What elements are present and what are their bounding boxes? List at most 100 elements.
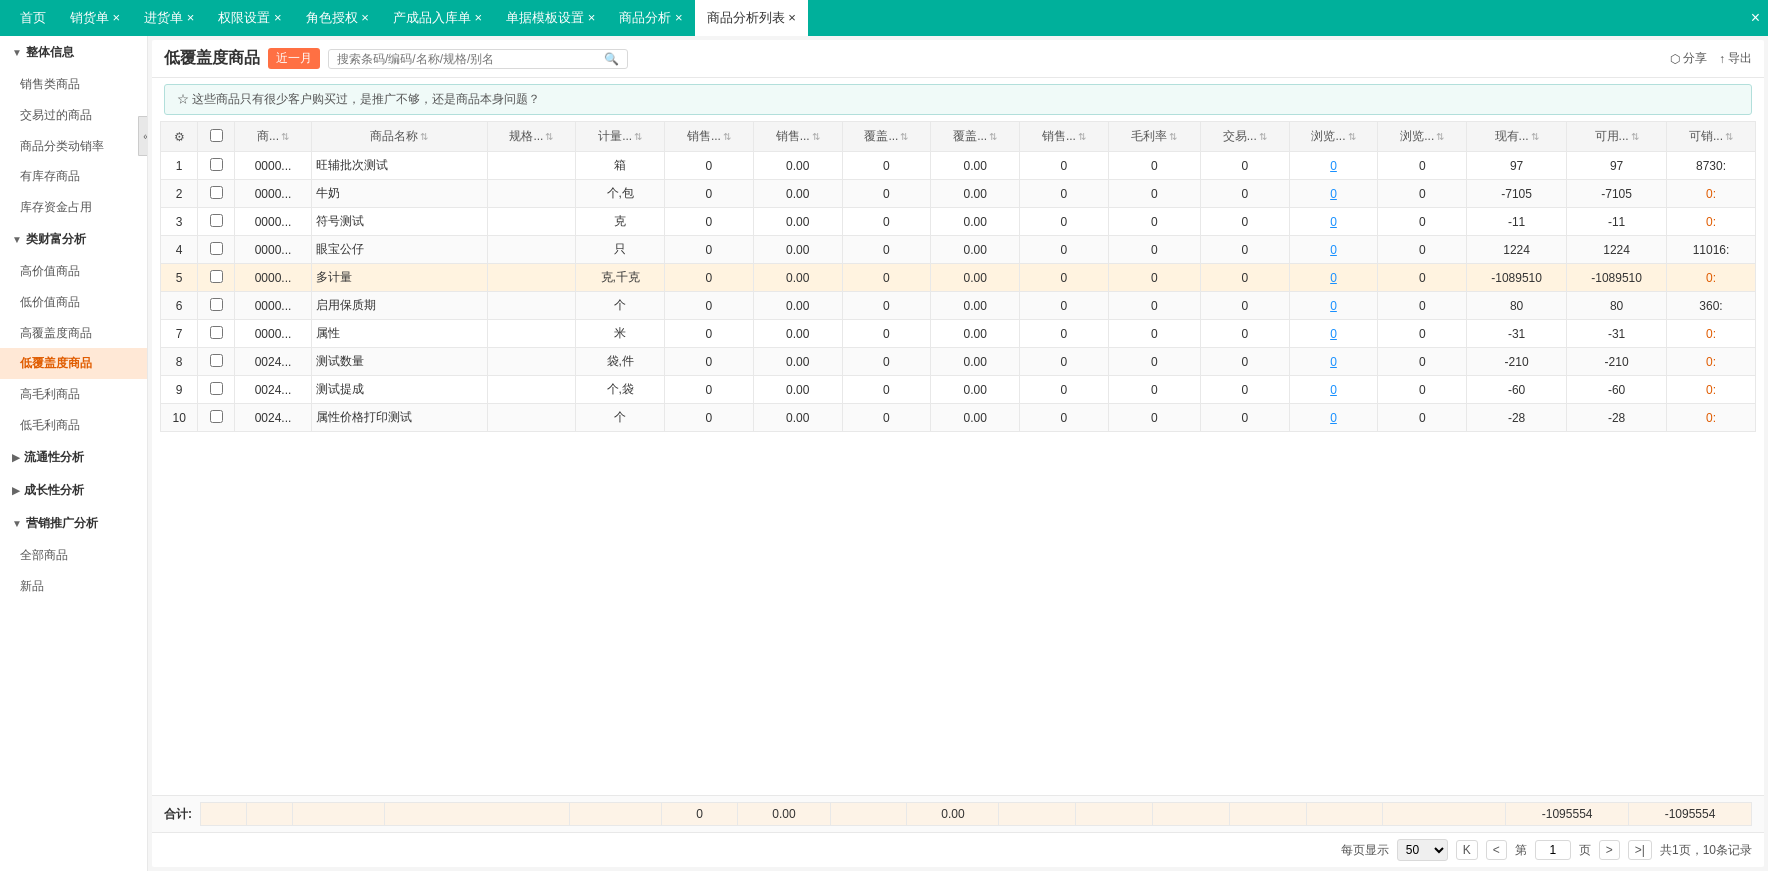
next-page-btn[interactable]: > (1599, 840, 1620, 860)
cell-checkbox[interactable] (198, 348, 235, 376)
sidebar-item-all-goods[interactable]: 全部商品 (0, 540, 147, 571)
col-available[interactable]: 可用...⇅ (1567, 122, 1667, 152)
row-checkbox[interactable] (210, 158, 223, 171)
section-arrow-marketing: ▼ (12, 518, 22, 529)
col-sales-amt[interactable]: 销售...⇅ (753, 122, 842, 152)
last-page-btn[interactable]: >| (1628, 840, 1652, 860)
cell-browse1[interactable]: 0 (1289, 404, 1378, 432)
cell-checkbox[interactable] (198, 236, 235, 264)
cell-checkbox[interactable] (198, 292, 235, 320)
col-trade[interactable]: 交易...⇅ (1200, 122, 1289, 152)
sidebar-collapse-btn[interactable]: « (138, 116, 148, 156)
cell-browse1[interactable]: 0 (1289, 180, 1378, 208)
col-code[interactable]: 商...⇅ (235, 122, 312, 152)
row-checkbox[interactable] (210, 354, 223, 367)
share-btn[interactable]: ⬡ 分享 (1670, 50, 1707, 67)
nav-production[interactable]: 产成品入库单 × (381, 0, 494, 36)
cell-browse1[interactable]: 0 (1289, 348, 1378, 376)
sidebar-item-category-rate[interactable]: 商品分类动销率 (0, 131, 147, 162)
sidebar-item-new-goods[interactable]: 新品 (0, 571, 147, 602)
sidebar-item-low-value[interactable]: 低价值商品 (0, 287, 147, 318)
window-close-btn[interactable]: × (1751, 9, 1760, 27)
row-checkbox[interactable] (210, 214, 223, 227)
cell-available: -11 (1567, 208, 1667, 236)
col-spec[interactable]: 规格...⇅ (487, 122, 576, 152)
sidebar-section-overall[interactable]: ▼ 整体信息 (0, 36, 147, 69)
sidebar-section-wealth[interactable]: ▼ 类财富分析 (0, 223, 147, 256)
sidebar-item-low-profit[interactable]: 低毛利商品 (0, 410, 147, 441)
row-checkbox[interactable] (210, 186, 223, 199)
export-btn[interactable]: ↑ 导出 (1719, 50, 1752, 67)
nav-purchase[interactable]: 进货单 × (132, 0, 206, 36)
table-container[interactable]: ⚙ 商...⇅ 商品名称⇅ 规格...⇅ 计量...⇅ 销售...⇅ 销售...… (160, 121, 1756, 795)
nav-sales[interactable]: 销货单 × (58, 0, 132, 36)
sidebar-item-in-stock[interactable]: 有库存商品 (0, 161, 147, 192)
select-all-checkbox[interactable] (210, 129, 223, 142)
row-checkbox[interactable] (210, 270, 223, 283)
col-cover1[interactable]: 覆盖...⇅ (842, 122, 931, 152)
cell-browse1[interactable]: 0 (1289, 292, 1378, 320)
nav-home[interactable]: 首页 (8, 0, 58, 36)
row-checkbox[interactable] (210, 326, 223, 339)
col-sales2[interactable]: 销售...⇅ (1020, 122, 1109, 152)
sidebar-item-capital[interactable]: 库存资金占用 (0, 192, 147, 223)
cell-browse1[interactable]: 0 (1289, 320, 1378, 348)
prev-page-btn[interactable]: < (1486, 840, 1507, 860)
per-page-select[interactable]: 50 100 200 (1397, 839, 1448, 861)
col-browse2[interactable]: 浏览...⇅ (1378, 122, 1467, 152)
cell-cover2: 0.00 (931, 404, 1020, 432)
row-checkbox[interactable] (210, 410, 223, 423)
col-browse1[interactable]: 浏览...⇅ (1289, 122, 1378, 152)
row-checkbox[interactable] (210, 242, 223, 255)
time-filter-btn[interactable]: 近一月 (268, 48, 320, 69)
sidebar-item-high-coverage[interactable]: 高覆盖度商品 (0, 318, 147, 349)
page-input[interactable] (1535, 840, 1571, 860)
cell-browse1[interactable]: 0 (1289, 236, 1378, 264)
sidebar-item-high-profit[interactable]: 高毛利商品 (0, 379, 147, 410)
cell-code: 0000... (235, 180, 312, 208)
col-sales-qty[interactable]: 销售...⇅ (665, 122, 754, 152)
col-checkbox[interactable] (198, 122, 235, 152)
sidebar-item-high-value[interactable]: 高价值商品 (0, 256, 147, 287)
cell-browse1[interactable]: 0 (1289, 376, 1378, 404)
cell-checkbox[interactable] (198, 320, 235, 348)
sidebar-section-growth[interactable]: ▶ 成长性分析 (0, 474, 147, 507)
cell-checkbox[interactable] (198, 208, 235, 236)
sidebar-section-marketing[interactable]: ▼ 营销推广分析 (0, 507, 147, 540)
nav-analysis-list[interactable]: 商品分析列表 × (695, 0, 808, 36)
cell-checkbox[interactable] (198, 180, 235, 208)
col-settings[interactable]: ⚙ (161, 122, 198, 152)
col-saleable[interactable]: 可销...⇅ (1667, 122, 1756, 152)
nav-analysis[interactable]: 商品分析 × (607, 0, 694, 36)
nav-permissions[interactable]: 权限设置 × (206, 0, 293, 36)
cell-browse2: 0 (1378, 208, 1467, 236)
search-box[interactable]: 🔍 (328, 49, 628, 69)
sidebar-item-low-coverage[interactable]: 低覆盖度商品 (0, 348, 147, 379)
row-checkbox[interactable] (210, 382, 223, 395)
cell-cover1: 0 (842, 292, 931, 320)
cell-browse1[interactable]: 0 (1289, 208, 1378, 236)
cell-sales2: 0 (1020, 376, 1109, 404)
nav-roles[interactable]: 角色授权 × (294, 0, 381, 36)
col-name[interactable]: 商品名称⇅ (311, 122, 487, 152)
sidebar-item-traded-goods[interactable]: 交易过的商品 (0, 100, 147, 131)
col-unit[interactable]: 计量...⇅ (576, 122, 665, 152)
search-icon[interactable]: 🔍 (604, 52, 619, 66)
cell-available: 80 (1567, 292, 1667, 320)
row-checkbox[interactable] (210, 298, 223, 311)
cell-browse1[interactable]: 0 (1289, 264, 1378, 292)
col-current[interactable]: 现有...⇅ (1467, 122, 1567, 152)
col-gross-rate[interactable]: 毛利率⇅ (1108, 122, 1200, 152)
cell-checkbox[interactable] (198, 404, 235, 432)
cell-browse1[interactable]: 0 (1289, 152, 1378, 180)
cell-checkbox[interactable] (198, 152, 235, 180)
col-cover2[interactable]: 覆盖...⇅ (931, 122, 1020, 152)
cell-checkbox[interactable] (198, 264, 235, 292)
table-row: 7 0000... 属性 米 0 0.00 0 0.00 0 0 0 0 0 -… (161, 320, 1756, 348)
nav-templates[interactable]: 单据模板设置 × (494, 0, 607, 36)
first-page-btn[interactable]: K (1456, 840, 1478, 860)
cell-checkbox[interactable] (198, 376, 235, 404)
search-input[interactable] (337, 52, 600, 66)
sidebar-section-liquidity[interactable]: ▶ 流通性分析 (0, 441, 147, 474)
sidebar-item-sales-goods[interactable]: 销售类商品 (0, 69, 147, 100)
